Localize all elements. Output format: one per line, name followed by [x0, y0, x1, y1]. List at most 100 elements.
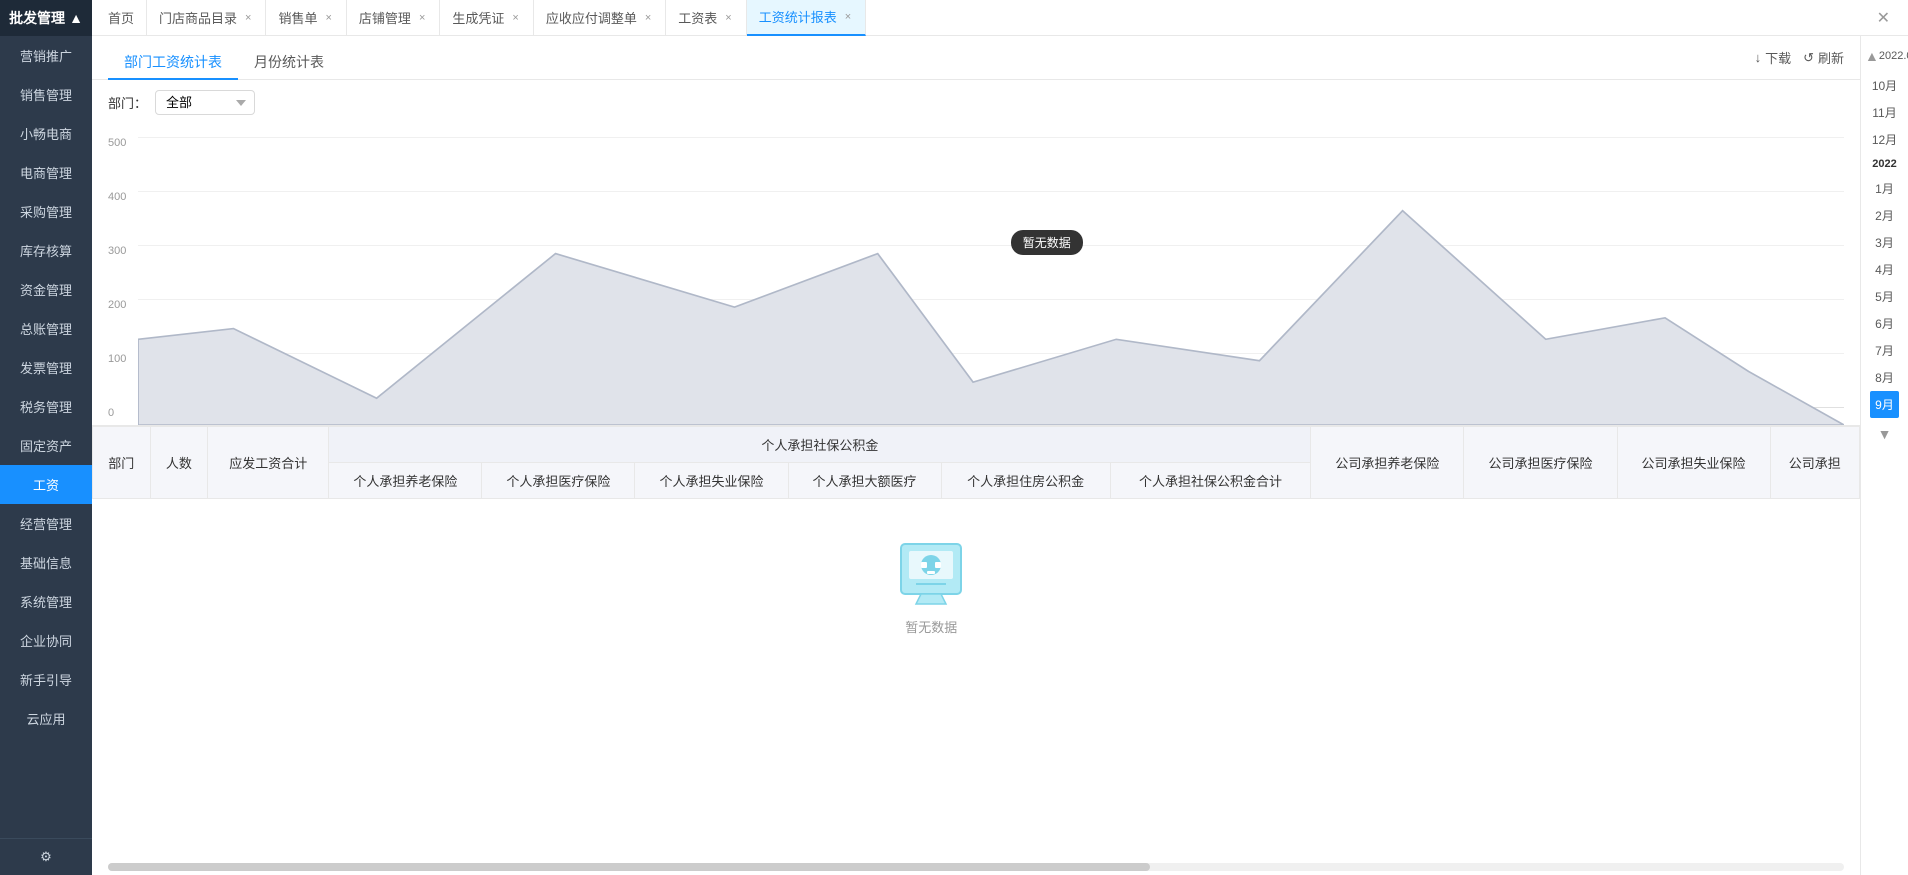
timeline-item-8月[interactable]: 8月	[1870, 364, 1899, 391]
tab-门店商品目录[interactable]: 门店商品目录 ×	[147, 0, 266, 36]
tab-close-icon[interactable]: ×	[510, 12, 520, 24]
col-company-other: 公司承担	[1770, 427, 1859, 499]
timeline-item-10月[interactable]: 10月	[1870, 72, 1899, 99]
sidebar-item-税务管理[interactable]: 税务管理	[0, 387, 92, 426]
toolbar-right: ↓ 下载 ↺ 刷新	[1739, 48, 1860, 67]
scrollbar-thumb	[108, 863, 1150, 871]
timeline-item-6月[interactable]: 6月	[1870, 310, 1899, 337]
tabbar-actions: ✕	[1871, 8, 1904, 28]
chart-container: 500 400 300 200 100 0	[108, 125, 1844, 425]
sidebar-item-企业协同[interactable]: 企业协同	[0, 621, 92, 660]
tab-应收应付调整单[interactable]: 应收应付调整单 ×	[534, 0, 666, 36]
sidebar-item-总账管理[interactable]: 总账管理	[0, 309, 92, 348]
col-count: 人数	[150, 427, 208, 499]
tab-close-icon[interactable]: ×	[243, 12, 253, 24]
tab-close-icon[interactable]: ×	[723, 12, 733, 24]
data-table: 部门 人数 应发工资合计 个人承担社保公积金 公司承担养老保险 公司承担医疗保险…	[92, 426, 1860, 666]
table-area: 部门 人数 应发工资合计 个人承担社保公积金 公司承担养老保险 公司承担医疗保险…	[92, 425, 1860, 875]
sidebar-title-text: 批发管理	[9, 8, 65, 28]
sidebar-item-系统管理[interactable]: 系统管理	[0, 582, 92, 621]
timeline-items: 10月11月12月20221月2月3月4月5月6月7月8月9月	[1870, 72, 1899, 418]
main-area: 首页门店商品目录×销售单×店铺管理×生成凭证×应收应付调整单×工资表×工资统计报…	[92, 0, 1908, 875]
horizontal-scrollbar[interactable]	[108, 863, 1844, 871]
sub-tabs: 部门工资统计表月份统计表	[92, 36, 1739, 79]
sidebar-title: 批发管理 ▲	[0, 0, 92, 36]
timeline-nav-up[interactable]: ▲	[1865, 44, 1879, 68]
table-header-row-1: 部门 人数 应发工资合计 个人承担社保公积金 公司承担养老保险 公司承担医疗保险…	[93, 427, 1860, 463]
chart-svg	[138, 125, 1844, 425]
timeline-item-2022[interactable]: 2022	[1870, 153, 1899, 175]
col-company-pension: 公司承担养老保险	[1311, 427, 1464, 499]
tab-close-icon[interactable]: ×	[843, 11, 853, 23]
tab-close-icon[interactable]: ×	[323, 12, 333, 24]
timeline-period: 2022.09	[1879, 50, 1908, 62]
sub-tab-月份统计表[interactable]: 月份统计表	[238, 46, 340, 80]
download-button[interactable]: ↓ 下载	[1755, 48, 1792, 67]
sidebar-item-云应用[interactable]: 云应用	[0, 699, 92, 738]
tab-销售单[interactable]: 销售单 ×	[266, 0, 346, 36]
tab-close-icon[interactable]: ×	[417, 12, 427, 24]
close-window-icon[interactable]: ✕	[1871, 8, 1896, 28]
tab-店铺管理[interactable]: 店铺管理 ×	[347, 0, 440, 36]
timeline-header: ▲ 2022.09	[1861, 40, 1908, 72]
col-company-unemployment: 公司承担失业保险	[1617, 427, 1770, 499]
sidebar-item-营销推广[interactable]: 营销推广	[0, 36, 92, 75]
timeline-item-3月[interactable]: 3月	[1870, 229, 1899, 256]
sidebar-item-电商管理[interactable]: 电商管理	[0, 153, 92, 192]
col-personal-unemployment: 个人承担失业保险	[635, 463, 788, 499]
y-label-200: 200	[108, 299, 126, 311]
refresh-icon: ↺	[1803, 50, 1814, 66]
refresh-label: 刷新	[1818, 48, 1844, 67]
sidebar-item-新手引导[interactable]: 新手引导	[0, 660, 92, 699]
timeline-item-11月[interactable]: 11月	[1870, 99, 1899, 126]
sidebar-title-icon: ▲	[69, 10, 83, 26]
tab-label: 门店商品目录	[159, 8, 237, 27]
timeline-item-9月[interactable]: 9月	[1870, 391, 1899, 418]
timeline-item-4月[interactable]: 4月	[1870, 256, 1899, 283]
tab-close-icon[interactable]: ×	[643, 12, 653, 24]
sidebar-items: 营销推广销售管理小畅电商电商管理采购管理库存核算资金管理总账管理发票管理税务管理…	[0, 36, 92, 738]
timeline-item-7月[interactable]: 7月	[1870, 337, 1899, 364]
page-content: 部门工资统计表月份统计表 ↓ 下载 ↺ 刷新 部门： 全部	[92, 36, 1860, 875]
tab-label: 应收应付调整单	[546, 8, 637, 27]
chart-no-data-badge: 暂无数据	[1011, 230, 1083, 255]
tab-首页[interactable]: 首页	[96, 0, 147, 36]
download-label: 下载	[1765, 48, 1791, 67]
sidebar-item-小畅电商[interactable]: 小畅电商	[0, 114, 92, 153]
y-label-100: 100	[108, 353, 126, 365]
dept-filter-select[interactable]: 全部	[155, 90, 255, 115]
sidebar-item-工资[interactable]: 工资	[0, 465, 92, 504]
sidebar-item-库存核算[interactable]: 库存核算	[0, 231, 92, 270]
tab-label: 生成凭证	[452, 8, 504, 27]
timeline-nav-down[interactable]: ▼	[1873, 422, 1897, 446]
sidebar-item-经营管理[interactable]: 经营管理	[0, 504, 92, 543]
sub-tab-部门工资统计表[interactable]: 部门工资统计表	[108, 46, 238, 80]
sidebar-item-采购管理[interactable]: 采购管理	[0, 192, 92, 231]
sidebar-item-固定资产[interactable]: 固定资产	[0, 426, 92, 465]
tab-label: 店铺管理	[359, 8, 411, 27]
col-personal-housing: 个人承担住房公积金	[941, 463, 1110, 499]
sidebar-item-资金管理[interactable]: 资金管理	[0, 270, 92, 309]
sidebar-item-发票管理[interactable]: 发票管理	[0, 348, 92, 387]
y-label-400: 400	[108, 191, 126, 203]
timeline-item-12月[interactable]: 12月	[1870, 126, 1899, 153]
tab-工资表[interactable]: 工资表×	[666, 0, 746, 36]
tab-label: 首页	[108, 8, 134, 27]
sidebar-settings[interactable]: ⚙	[0, 838, 92, 875]
y-label-0: 0	[108, 407, 114, 419]
refresh-button[interactable]: ↺ 刷新	[1803, 48, 1844, 67]
col-personal-major-medical: 个人承担大额医疗	[788, 463, 941, 499]
timeline-item-2月[interactable]: 2月	[1870, 202, 1899, 229]
settings-icon: ⚙	[40, 849, 52, 864]
tab-工资统计报表[interactable]: 工资统计报表×	[747, 0, 866, 36]
timeline-item-5月[interactable]: 5月	[1870, 283, 1899, 310]
sidebar-item-销售管理[interactable]: 销售管理	[0, 75, 92, 114]
table-wrapper[interactable]: 部门 人数 应发工资合计 个人承担社保公积金 公司承担养老保险 公司承担医疗保险…	[92, 426, 1860, 859]
dept-filter-label: 部门：	[108, 93, 147, 112]
sidebar-item-基础信息[interactable]: 基础信息	[0, 543, 92, 582]
col-personal-pension: 个人承担养老保险	[329, 463, 482, 499]
timeline-item-1月[interactable]: 1月	[1870, 175, 1899, 202]
tab-生成凭证[interactable]: 生成凭证 ×	[440, 0, 533, 36]
col-total-salary: 应发工资合计	[208, 427, 329, 499]
tab-label: 销售单	[278, 8, 317, 27]
